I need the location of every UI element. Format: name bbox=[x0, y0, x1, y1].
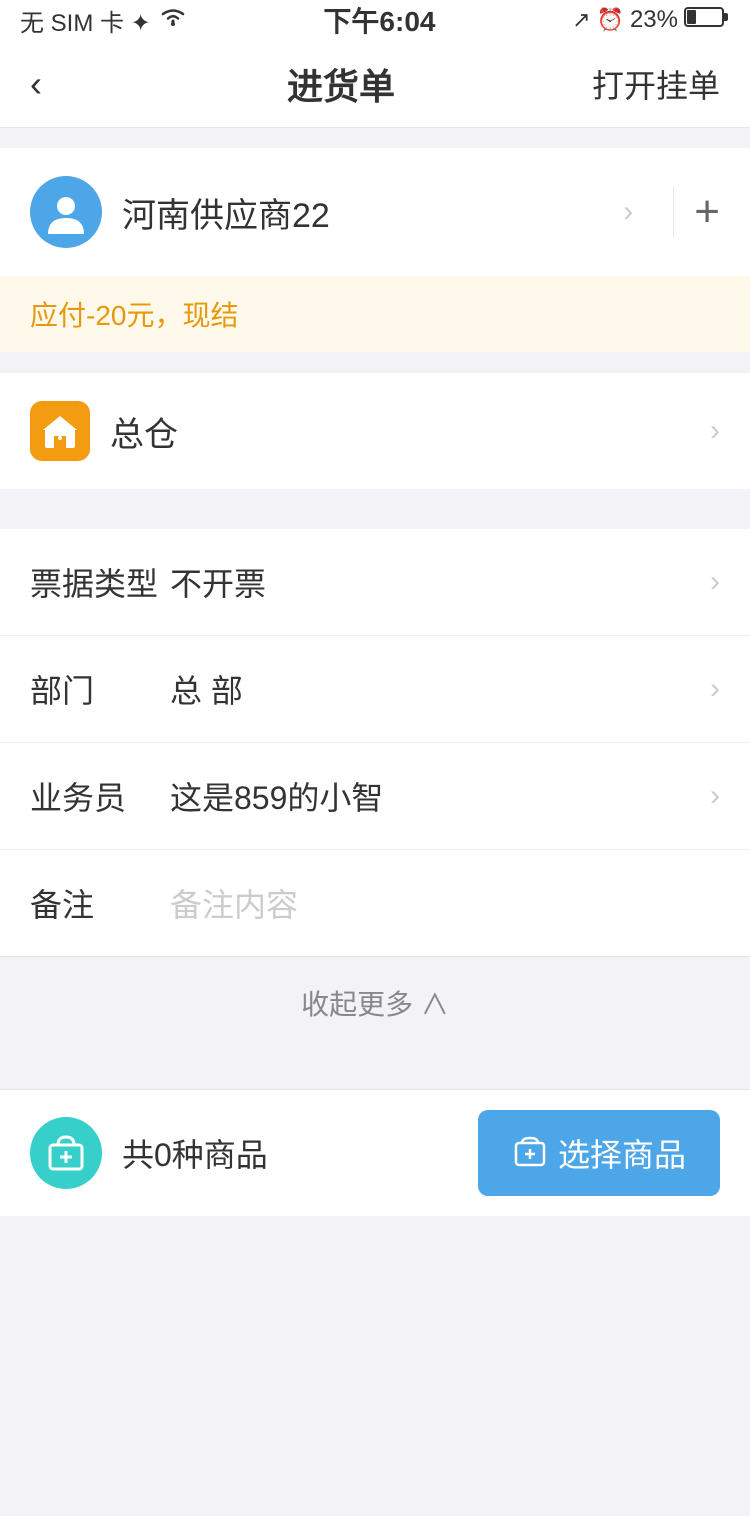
add-button[interactable]: + bbox=[694, 190, 720, 234]
section-gap-1 bbox=[0, 128, 750, 148]
salesperson-value: 这是859的小智 bbox=[170, 773, 710, 819]
status-right: ↗ ⏰ 23% bbox=[572, 5, 730, 36]
open-pending-button[interactable]: 打开挂单 bbox=[592, 61, 720, 107]
department-label: 部门 bbox=[30, 666, 170, 712]
status-time: 下午6:04 bbox=[323, 0, 435, 40]
invoice-type-chevron-icon: › bbox=[710, 565, 720, 599]
warehouse-label: 总仓 bbox=[110, 407, 710, 456]
warehouse-row[interactable]: 总仓 › bbox=[0, 372, 750, 489]
department-chevron-icon: › bbox=[710, 672, 720, 706]
supplier-name: 河南供应商22 bbox=[122, 188, 623, 237]
status-left: 无 SIM 卡 ✦ bbox=[20, 3, 187, 38]
section-gap-4 bbox=[0, 1049, 750, 1069]
notice-banner: 应付-20元，现结 bbox=[0, 276, 750, 352]
supplier-section: 河南供应商22 › + 应付-20元，现结 bbox=[0, 148, 750, 352]
divider bbox=[673, 187, 674, 237]
collapse-row[interactable]: 收起更多 ∧ bbox=[0, 956, 750, 1049]
section-gap-2 bbox=[0, 352, 750, 372]
back-button[interactable]: ‹ bbox=[30, 63, 90, 105]
salesperson-chevron-icon: › bbox=[710, 779, 720, 813]
remark-label: 备注 bbox=[30, 880, 170, 926]
sim-status: 无 SIM 卡 ✦ bbox=[20, 3, 151, 38]
section-gap-3 bbox=[0, 489, 750, 509]
nav-bar: ‹ 进货单 打开挂单 bbox=[0, 40, 750, 128]
collapse-label: 收起更多 ∧ bbox=[301, 983, 449, 1023]
department-value: 总 部 bbox=[170, 666, 710, 712]
battery-icon bbox=[684, 5, 730, 36]
notice-text: 应付-20元，现结 bbox=[30, 300, 238, 331]
product-count: 共0种商品 bbox=[122, 1130, 478, 1176]
supplier-row[interactable]: 河南供应商22 › + bbox=[0, 148, 750, 276]
salesperson-row[interactable]: 业务员 这是859的小智 › bbox=[0, 743, 750, 850]
warehouse-chevron-icon: › bbox=[710, 414, 720, 448]
supplier-avatar bbox=[30, 176, 102, 248]
product-icon-wrap bbox=[30, 1117, 102, 1189]
warehouse-section: 总仓 › bbox=[0, 372, 750, 489]
page-filler bbox=[0, 1216, 750, 1516]
invoice-type-value: 不开票 bbox=[170, 559, 710, 605]
select-product-button[interactable]: 选择商品 bbox=[478, 1110, 720, 1196]
warehouse-icon-wrap bbox=[30, 401, 90, 461]
form-section: 票据类型 不开票 › 部门 总 部 › 业务员 这是859的小智 › 备注 备注… bbox=[0, 529, 750, 956]
supplier-chevron-icon: › bbox=[623, 195, 633, 229]
select-product-label: 选择商品 bbox=[558, 1130, 686, 1176]
salesperson-label: 业务员 bbox=[30, 773, 170, 819]
invoice-type-row[interactable]: 票据类型 不开票 › bbox=[0, 529, 750, 636]
department-row[interactable]: 部门 总 部 › bbox=[0, 636, 750, 743]
alarm-icon: ⏰ bbox=[597, 7, 624, 33]
remark-row[interactable]: 备注 备注内容 bbox=[0, 850, 750, 956]
wifi-icon bbox=[159, 6, 187, 34]
status-bar: 无 SIM 卡 ✦ 下午6:04 ↗ ⏰ 23% bbox=[0, 0, 750, 40]
product-bar: 共0种商品 选择商品 bbox=[0, 1089, 750, 1216]
location-icon: ↗ bbox=[572, 7, 590, 33]
battery-text: 23% bbox=[630, 6, 678, 34]
select-product-icon bbox=[512, 1135, 548, 1171]
remark-value[interactable]: 备注内容 bbox=[170, 880, 720, 926]
page-title: 进货单 bbox=[287, 58, 395, 110]
invoice-type-label: 票据类型 bbox=[30, 559, 170, 605]
